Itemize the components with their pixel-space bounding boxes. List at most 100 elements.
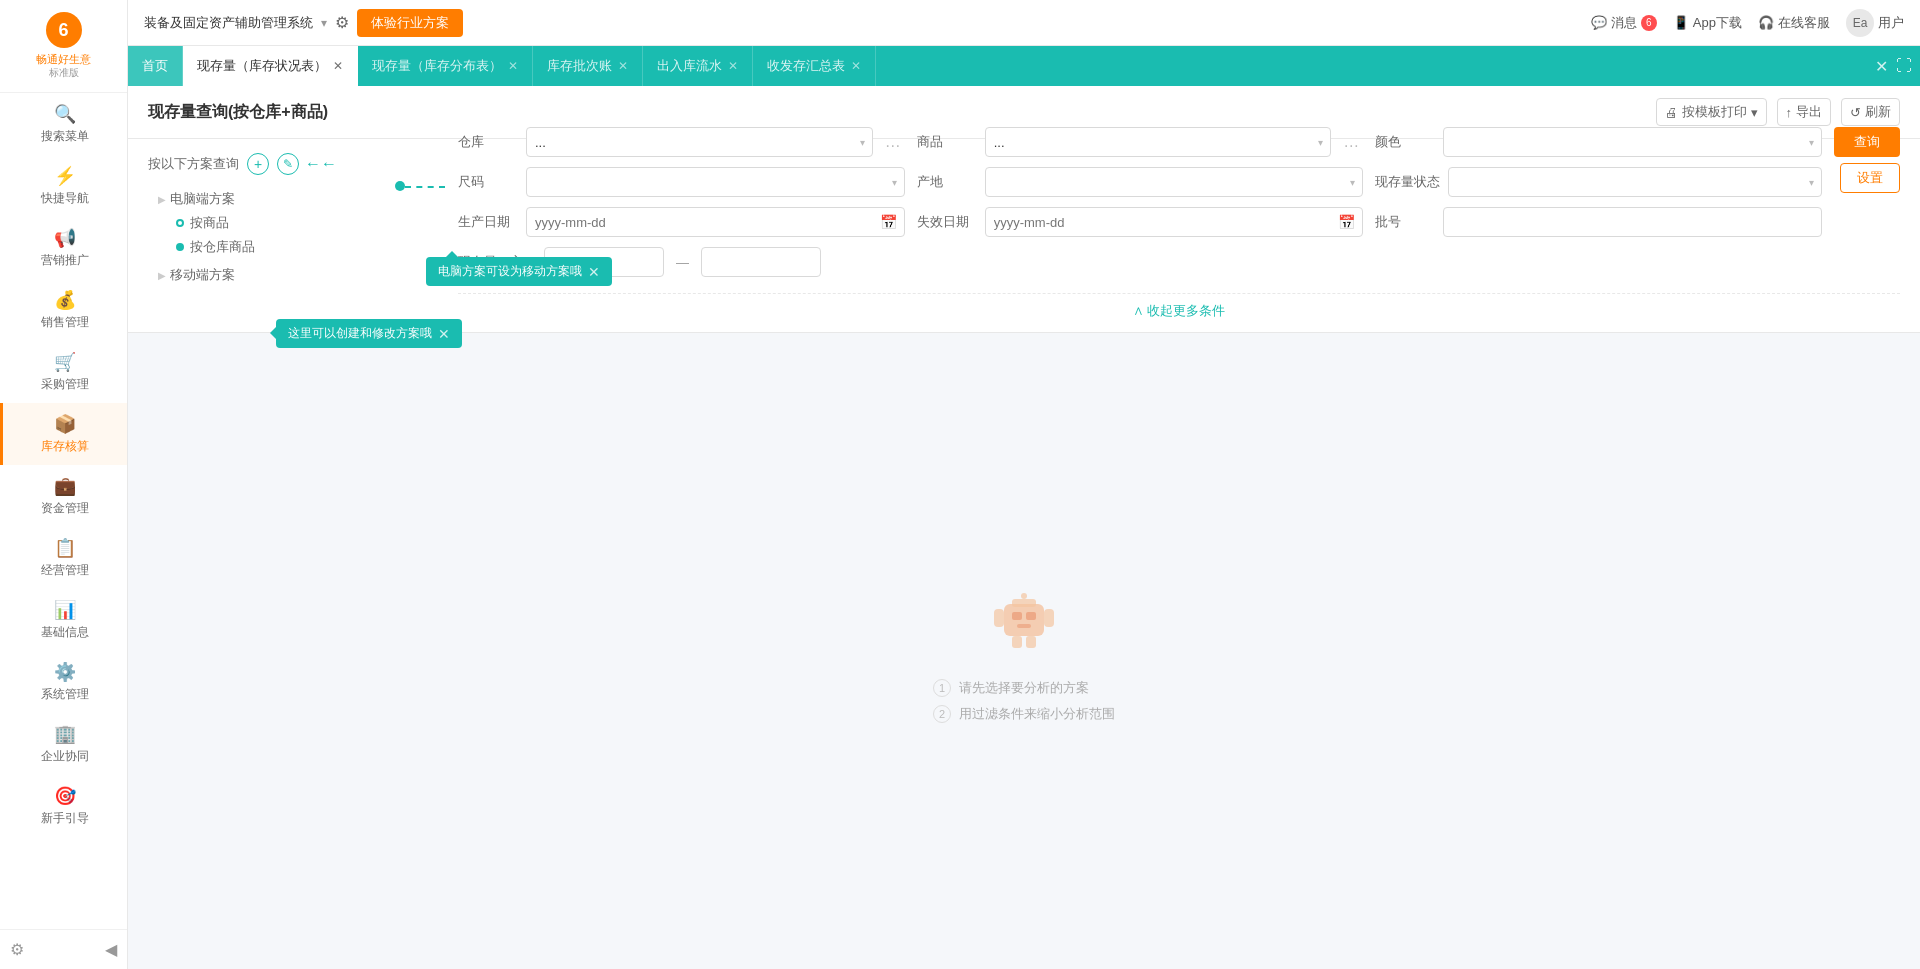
tab-receipt-summary[interactable]: 收发存汇总表 ✕: [753, 46, 876, 86]
warehouse-ellipsis[interactable]: …: [881, 133, 905, 151]
experience-industry-btn[interactable]: 体验行业方案: [357, 9, 463, 37]
page-title: 现存量查询(按仓库+商品): [148, 102, 328, 123]
collapse-arrow-icon: ∧: [1133, 303, 1144, 318]
production-date-input[interactable]: [526, 207, 905, 237]
production-date-label: 生产日期: [458, 213, 518, 231]
print-template-btn[interactable]: 🖨 按模板打印 ▾: [1656, 98, 1767, 126]
mobile-icon: 📱: [1673, 15, 1689, 30]
refresh-btn[interactable]: ↺ 刷新: [1841, 98, 1900, 126]
connector-line: [405, 186, 445, 188]
operation-icon: 📋: [54, 537, 76, 559]
sidebar-item-finance[interactable]: 💼 资金管理: [0, 465, 127, 527]
plan-label-by-warehouse-product: 按仓库商品: [190, 238, 255, 256]
sidebar-item-basic-info[interactable]: 📊 基础信息: [0, 589, 127, 651]
tab-inventory-distribution[interactable]: 现存量（库存分布表） ✕: [358, 46, 533, 86]
sidebar-item-label-search-menu: 搜索菜单: [41, 128, 89, 145]
export-btn[interactable]: ↑ 导出: [1777, 98, 1832, 126]
sidebar-item-inventory[interactable]: 📦 库存核算: [0, 403, 127, 465]
tab-fullscreen-btn[interactable]: ⛶: [1896, 57, 1912, 75]
basic-info-icon: 📊: [54, 599, 76, 621]
origin-select[interactable]: [985, 167, 1364, 197]
empty-state-icon: [984, 579, 1064, 659]
filter-row-2: 尺码 ▾ 产地: [458, 167, 1822, 197]
warehouse-select[interactable]: ...: [526, 127, 873, 157]
filter-batch-no: 批号: [1375, 207, 1822, 237]
sidebar-item-sales[interactable]: 💰 销售管理: [0, 279, 127, 341]
sidebar-item-label-marketing: 营销推广: [41, 252, 89, 269]
collapse-conditions-btn[interactable]: ∧ 收起更多条件: [458, 293, 1900, 324]
sidebar-item-label-purchase: 采购管理: [41, 376, 89, 393]
home-tab-label: 首页: [142, 57, 168, 75]
tab-close-all-btn[interactable]: ✕: [1875, 57, 1888, 76]
filter-fields: 仓库 ... ▾ … 商品: [458, 127, 1822, 287]
tab-close-inventory-status[interactable]: ✕: [333, 59, 343, 73]
tooltip-plan-close[interactable]: ✕: [588, 264, 600, 280]
tab-close-receipt-summary[interactable]: ✕: [851, 59, 861, 73]
page-header-actions: 🖨 按模板打印 ▾ ↑ 导出 ↺ 刷新: [1656, 98, 1901, 126]
tab-close-inout-flow[interactable]: ✕: [728, 59, 738, 73]
message-badge: 6: [1641, 15, 1657, 31]
expiry-date-input[interactable]: [985, 207, 1364, 237]
user-profile-btn[interactable]: Ea 用户: [1846, 9, 1904, 37]
sidebar-item-quick-nav[interactable]: ⚡ 快捷导航: [0, 155, 127, 217]
back-arrow-btn[interactable]: ←←: [305, 155, 337, 173]
sidebar-item-operation[interactable]: 📋 经营管理: [0, 527, 127, 589]
receipt-summary-tab-label: 收发存汇总表: [767, 57, 845, 75]
svg-rect-0: [1004, 604, 1044, 636]
expiry-date-label: 失效日期: [917, 213, 977, 231]
empty-state: 1 请先选择要分析的方案 2 用过滤条件来缩小分析范围: [128, 333, 1920, 969]
messages-btn[interactable]: 💬 消息 6: [1591, 14, 1657, 32]
online-support-btn[interactable]: 🎧 在线客服: [1758, 14, 1830, 32]
collapse-conditions-label: 收起更多条件: [1147, 303, 1225, 318]
filter-expiry-date: 失效日期 📅: [917, 207, 1364, 237]
sales-icon: 💰: [54, 289, 76, 311]
system-dropdown-arrow[interactable]: ▾: [321, 16, 327, 30]
sidebar-item-enterprise[interactable]: 🏢 企业协同: [0, 713, 127, 775]
pc-plans-arrow: ▶: [158, 194, 166, 205]
tab-inventory-status[interactable]: 现存量（库存状况表） ✕: [183, 46, 358, 86]
product-ellipsis[interactable]: …: [1339, 133, 1363, 151]
plan-label-by-product: 按商品: [190, 214, 229, 232]
tab-inout-flow[interactable]: 出入库流水 ✕: [643, 46, 753, 86]
expiry-date-wrapper: 📅: [985, 207, 1364, 237]
settings-gear-btn[interactable]: ⚙: [335, 13, 349, 32]
product-select[interactable]: ...: [985, 127, 1332, 157]
sidebar-item-label-beginner: 新手引导: [41, 810, 89, 827]
color-select[interactable]: [1443, 127, 1822, 157]
size-select[interactable]: [526, 167, 905, 197]
sidebar-item-label-inventory: 库存核算: [41, 438, 89, 455]
size-select-wrapper: ▾: [526, 167, 905, 197]
avatar: Ea: [1846, 9, 1874, 37]
warehouse-select-wrapper: ... ▾: [526, 127, 873, 157]
connector-dot: [395, 181, 405, 191]
sidebar-item-search-menu[interactable]: 🔍 搜索菜单: [0, 93, 127, 155]
avatar-text: Ea: [1853, 16, 1868, 30]
tab-bar: 首页 现存量（库存状况表） ✕ 现存量（库存分布表） ✕ 库存批次账 ✕ 出入库…: [128, 46, 1920, 86]
collapse-sidebar-btn[interactable]: ◀: [105, 940, 117, 959]
stock-qty-max-input[interactable]: [701, 247, 821, 277]
sidebar-item-marketing[interactable]: 📢 营销推广: [0, 217, 127, 279]
tab-inventory-batch[interactable]: 库存批次账 ✕: [533, 46, 643, 86]
sidebar-item-label-quick-nav: 快捷导航: [41, 190, 89, 207]
stock-status-select-wrapper: ▾: [1448, 167, 1822, 197]
tab-home[interactable]: 首页: [128, 46, 183, 86]
app-download-btn[interactable]: 📱 App下载: [1673, 14, 1742, 32]
empty-steps: 1 请先选择要分析的方案 2 用过滤条件来缩小分析范围: [933, 679, 1115, 723]
svg-rect-2: [1026, 612, 1036, 620]
batch-no-input[interactable]: [1443, 207, 1822, 237]
batch-no-label: 批号: [1375, 213, 1435, 231]
edit-plan-btn[interactable]: ✎: [277, 153, 299, 175]
header-left: 装备及固定资产辅助管理系统 ▾ ⚙ 体验行业方案: [144, 9, 463, 37]
sidebar-item-beginner[interactable]: 🎯 新手引导: [0, 775, 127, 837]
sidebar-item-purchase[interactable]: 🛒 采购管理: [0, 341, 127, 403]
settings-bottom-btn[interactable]: ⚙: [10, 940, 24, 959]
search-menu-icon: 🔍: [54, 103, 76, 125]
tab-close-inventory-distribution[interactable]: ✕: [508, 59, 518, 73]
origin-select-wrapper: ▾: [985, 167, 1364, 197]
add-plan-btn[interactable]: +: [247, 153, 269, 175]
stock-status-select[interactable]: [1448, 167, 1822, 197]
header-right: 💬 消息 6 📱 App下载 🎧 在线客服 Ea 用户: [1591, 9, 1904, 37]
sidebar-item-system[interactable]: ⚙️ 系统管理: [0, 651, 127, 713]
tab-close-inventory-batch[interactable]: ✕: [618, 59, 628, 73]
tooltip-create-close[interactable]: ✕: [438, 326, 450, 342]
